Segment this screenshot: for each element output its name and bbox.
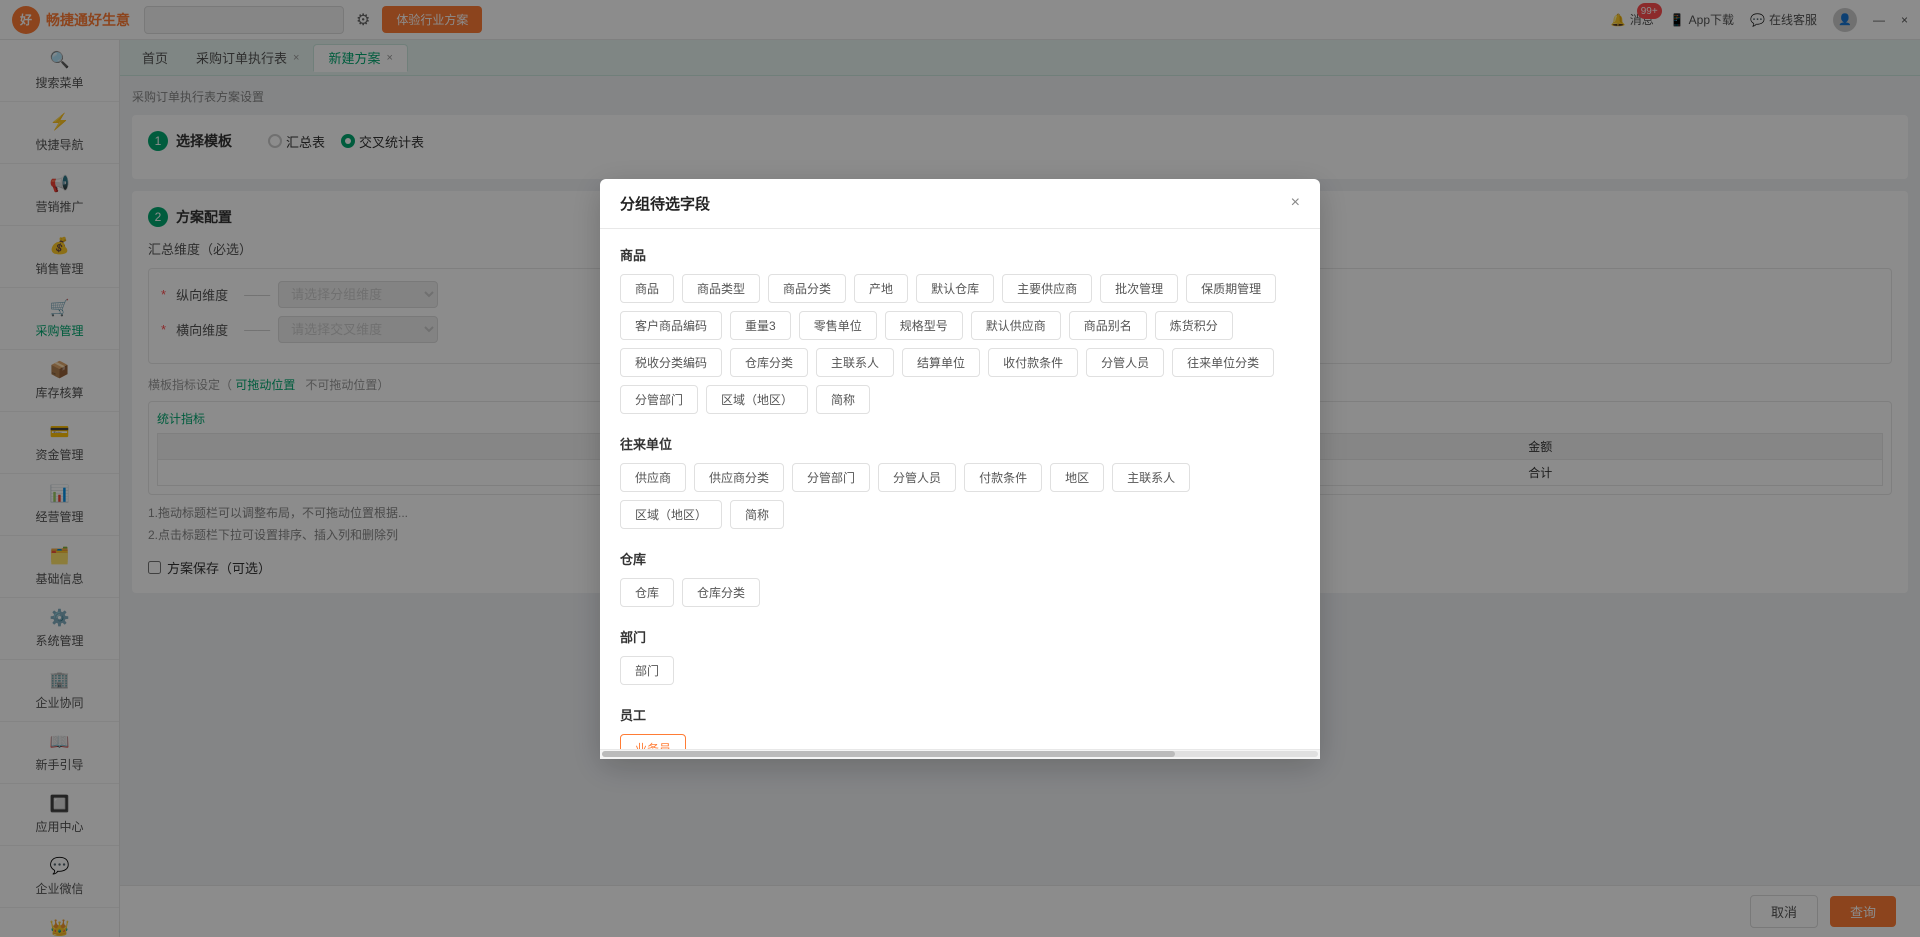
tag-area2[interactable]: 区域（地区） [620, 500, 722, 529]
tag-retail-unit[interactable]: 零售单位 [799, 311, 877, 340]
tag-main-supplier[interactable]: 主要供应商 [1002, 274, 1092, 303]
tag-contact[interactable]: 主联系人 [1112, 463, 1190, 492]
tag-supplier[interactable]: 供应商 [620, 463, 686, 492]
field-tags-department: 部门 [620, 656, 1300, 685]
field-section-employee: 员工 业务员 [620, 705, 1300, 750]
tag-wh-category[interactable]: 仓库分类 [730, 348, 808, 377]
section-title-warehouse: 仓库 [620, 549, 1300, 568]
tag-manager[interactable]: 分管人员 [1086, 348, 1164, 377]
tag-weight3[interactable]: 重量3 [730, 311, 791, 340]
tag-goods-alias[interactable]: 商品别名 [1069, 311, 1147, 340]
tag-manage-dept[interactable]: 分管部门 [792, 463, 870, 492]
tag-supplier-category[interactable]: 供应商分类 [694, 463, 784, 492]
tag-short-name2[interactable]: 简称 [730, 500, 784, 529]
tag-salesperson[interactable]: 业务员 [620, 734, 686, 750]
tag-spec-model[interactable]: 规格型号 [885, 311, 963, 340]
field-section-goods: 商品 商品 商品类型 商品分类 产地 默认仓库 主要供应商 批次管理 保质期管理… [620, 245, 1300, 414]
modal-box: 分组待选字段 × 商品 商品 商品类型 商品分类 产地 默认仓库 主要供应商 批… [600, 179, 1320, 759]
tag-default-supplier[interactable]: 默认供应商 [971, 311, 1061, 340]
section-title-partner: 往来单位 [620, 434, 1300, 453]
tag-wh-cat[interactable]: 仓库分类 [682, 578, 760, 607]
section-title-employee: 员工 [620, 705, 1300, 724]
tag-wh[interactable]: 仓库 [620, 578, 674, 607]
tag-manage-person[interactable]: 分管人员 [878, 463, 956, 492]
field-section-department: 部门 部门 [620, 627, 1300, 685]
field-tags-partner: 供应商 供应商分类 分管部门 分管人员 付款条件 地区 主联系人 区域（地区） … [620, 463, 1300, 529]
tag-goods[interactable]: 商品 [620, 274, 674, 303]
field-section-warehouse: 仓库 仓库 仓库分类 [620, 549, 1300, 607]
tag-area[interactable]: 地区 [1050, 463, 1104, 492]
modal-overlay: 分组待选字段 × 商品 商品 商品类型 商品分类 产地 默认仓库 主要供应商 批… [0, 0, 1920, 937]
tag-payment-cond[interactable]: 付款条件 [964, 463, 1042, 492]
modal-header: 分组待选字段 × [600, 179, 1320, 229]
field-tags-employee: 业务员 [620, 734, 1300, 750]
field-tags-warehouse: 仓库 仓库分类 [620, 578, 1300, 607]
tag-alchemy-points[interactable]: 炼货积分 [1155, 311, 1233, 340]
modal-hscrollbar[interactable] [600, 749, 1320, 758]
tag-goods-type[interactable]: 商品类型 [682, 274, 760, 303]
modal-title: 分组待选字段 [620, 193, 710, 214]
section-title-department: 部门 [620, 627, 1300, 646]
tag-origin[interactable]: 产地 [854, 274, 908, 303]
tag-default-warehouse[interactable]: 默认仓库 [916, 274, 994, 303]
tag-shelf-life[interactable]: 保质期管理 [1186, 274, 1276, 303]
tag-batch-mgmt[interactable]: 批次管理 [1100, 274, 1178, 303]
tag-region[interactable]: 区域（地区） [706, 385, 808, 414]
tag-tax-code[interactable]: 税收分类编码 [620, 348, 722, 377]
tag-goods-category[interactable]: 商品分类 [768, 274, 846, 303]
tag-dept[interactable]: 分管部门 [620, 385, 698, 414]
tag-interunit[interactable]: 往来单位分类 [1172, 348, 1274, 377]
tag-main-contact[interactable]: 主联系人 [816, 348, 894, 377]
field-tags-goods: 商品 商品类型 商品分类 产地 默认仓库 主要供应商 批次管理 保质期管理 客户… [620, 274, 1300, 414]
field-section-partner: 往来单位 供应商 供应商分类 分管部门 分管人员 付款条件 地区 主联系人 区域… [620, 434, 1300, 529]
tag-settlement-unit[interactable]: 结算单位 [902, 348, 980, 377]
modal-body[interactable]: 商品 商品 商品类型 商品分类 产地 默认仓库 主要供应商 批次管理 保质期管理… [600, 229, 1320, 750]
modal-close-button[interactable]: × [1291, 194, 1300, 212]
hscroll-track [602, 751, 1318, 757]
tag-short-name[interactable]: 简称 [816, 385, 870, 414]
hscroll-thumb[interactable] [602, 751, 1175, 757]
tag-dep[interactable]: 部门 [620, 656, 674, 685]
tag-customer-code[interactable]: 客户商品编码 [620, 311, 722, 340]
tag-payment-terms[interactable]: 收付款条件 [988, 348, 1078, 377]
section-title-goods: 商品 [620, 245, 1300, 264]
